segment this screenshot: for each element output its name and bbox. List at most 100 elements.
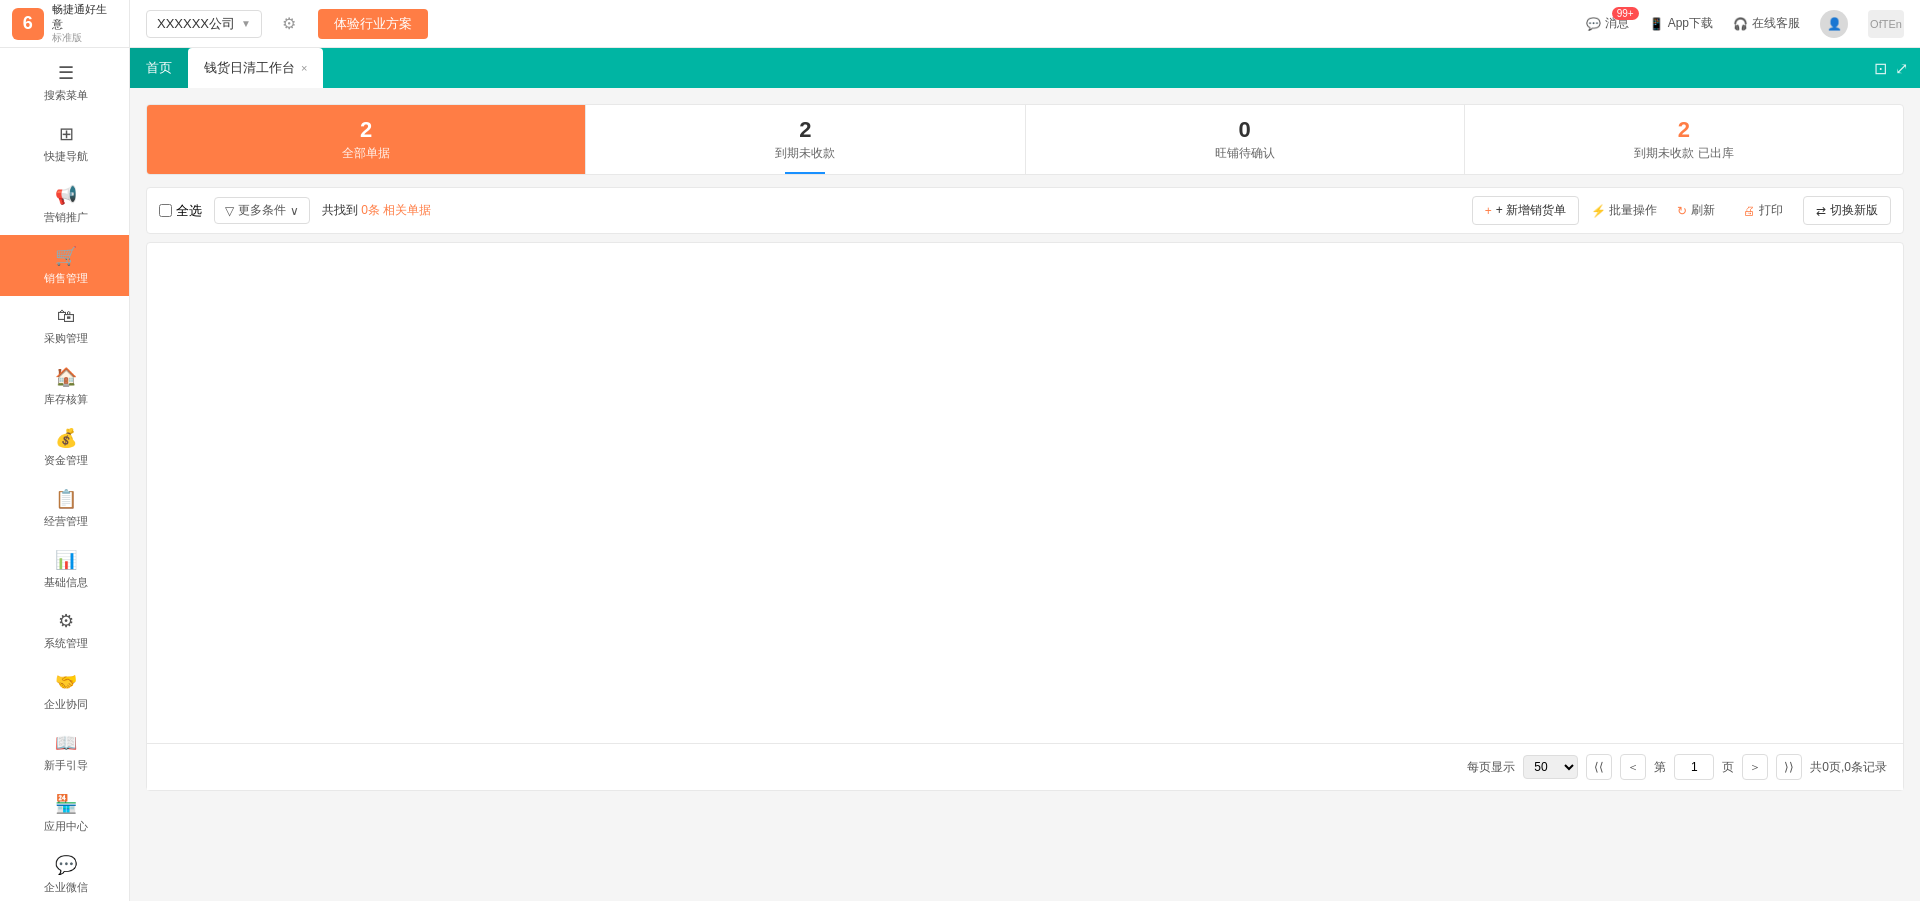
page-input[interactable] <box>1674 754 1714 780</box>
stats-tabs: 2 全部单据2 到期未收款0 旺铺待确认2 到期未收款 已出库 <box>146 104 1904 175</box>
sidebar-icon-8: 📊 <box>55 549 77 571</box>
sidebar-icon-3: 🛒 <box>55 245 77 267</box>
online-service-item[interactable]: 🎧 在线客服 <box>1733 15 1800 32</box>
select-all-input[interactable] <box>159 204 172 217</box>
sidebar-icon-13: 💬 <box>55 854 77 876</box>
stat-tab-0[interactable]: 2 全部单据 <box>147 105 586 174</box>
sidebar-item-5[interactable]: 🏠 库存核算 <box>0 356 129 417</box>
sidebar-icon-5: 🏠 <box>55 366 77 388</box>
sidebar-item-11[interactable]: 📖 新手引导 <box>0 722 129 783</box>
refresh-button[interactable]: ↻ 刷新 <box>1669 198 1723 223</box>
next-page-btn[interactable]: ＞ <box>1742 754 1768 780</box>
select-all-checkbox[interactable]: 全选 <box>159 202 202 220</box>
sidebar-label-4: 采购管理 <box>44 331 88 346</box>
sidebar-item-12[interactable]: 🏪 应用中心 <box>0 783 129 844</box>
sidebar-item-4[interactable]: 🛍 采购管理 <box>0 296 129 356</box>
sidebar-label-12: 应用中心 <box>44 819 88 834</box>
sidebar-label-8: 基础信息 <box>44 575 88 590</box>
per-page-select[interactable]: 50 100 <box>1523 755 1578 779</box>
table-empty-area <box>147 243 1903 743</box>
logo-icon: 6 <box>12 8 44 40</box>
sidebar-icon-0: ☰ <box>58 62 74 84</box>
online-service-label: 在线客服 <box>1752 15 1800 32</box>
logo-text: 畅捷通好生意 <box>52 2 117 31</box>
page-label: 第 <box>1654 759 1666 776</box>
sidebar-label-3: 销售管理 <box>44 271 88 286</box>
chevron-down-icon: ▼ <box>241 18 251 29</box>
new-sale-button[interactable]: + + 新增销货单 <box>1472 196 1579 225</box>
toolbar-right: + + 新增销货单 ⚡ 批量操作 ↻ 刷新 🖨 打印 ⇄ 切换新版 <box>1472 196 1891 225</box>
found-text: 共找到 0条 相关单据 <box>322 202 431 219</box>
toolbar: 全选 ▽ 更多条件 ∨ 共找到 0条 相关单据 + + 新增销货单 ⚡ 批量操作 <box>146 187 1904 234</box>
page-suffix: 页 <box>1722 759 1734 776</box>
tab-qhrc[interactable]: 钱货日清工作台 × <box>188 48 323 88</box>
sidebar-icon-10: 🤝 <box>55 671 77 693</box>
tab-nav: 首页 钱货日清工作台 × ⊡ ⤢ <box>130 48 1920 88</box>
sidebar-item-10[interactable]: 🤝 企业协同 <box>0 661 129 722</box>
sidebar-item-2[interactable]: 📢 营销推广 <box>0 174 129 235</box>
sidebar-icon-1: ⊞ <box>59 123 74 145</box>
download-icon: 📱 <box>1649 17 1664 31</box>
sidebar-label-6: 资金管理 <box>44 453 88 468</box>
pagination-bar: 每页显示 50 100 ⟨⟨ ＜ 第 页 ＞ ⟩⟩ 共0页,0条记录 <box>147 743 1903 790</box>
sidebar-label-10: 企业协同 <box>44 697 88 712</box>
sidebar-label-13: 企业微信 <box>44 880 88 895</box>
total-label: 共0页,0条记录 <box>1810 759 1887 776</box>
sidebar-item-9[interactable]: ⚙ 系统管理 <box>0 600 129 661</box>
last-page-btn[interactable]: ⟩⟩ <box>1776 754 1802 780</box>
sidebar: 6 畅捷通好生意 标准版 ☰ 搜索菜单⊞ 快捷导航📢 营销推广🛒 销售管理🛍 采… <box>0 0 130 901</box>
filter-button[interactable]: ▽ 更多条件 ∨ <box>214 197 310 224</box>
logo-area: 6 畅捷通好生意 标准版 <box>0 0 129 48</box>
message-badge: 99+ <box>1612 7 1639 20</box>
first-page-btn[interactable]: ⟨⟨ <box>1586 754 1612 780</box>
prev-page-btn[interactable]: ＜ <box>1620 754 1646 780</box>
table-area: 每页显示 50 100 ⟨⟨ ＜ 第 页 ＞ ⟩⟩ 共0页,0条记录 <box>146 242 1904 791</box>
sidebar-item-0[interactable]: ☰ 搜索菜单 <box>0 52 129 113</box>
tab-home-label: 首页 <box>146 59 172 77</box>
sidebar-item-7[interactable]: 📋 经营管理 <box>0 478 129 539</box>
company-selector[interactable]: XXXXXX公司 ▼ <box>146 10 262 38</box>
tab-maximize-icon[interactable]: ⤢ <box>1895 59 1908 78</box>
tab-qhrc-label: 钱货日清工作台 <box>204 59 295 77</box>
sidebar-item-3[interactable]: 🛒 销售管理 <box>0 235 129 296</box>
stat-tab-3[interactable]: 2 到期未收款 已出库 <box>1465 105 1903 174</box>
tab-home[interactable]: 首页 <box>130 48 188 88</box>
related-link[interactable]: 相关单据 <box>383 203 431 217</box>
sidebar-icon-7: 📋 <box>55 488 77 510</box>
filter-label: 更多条件 <box>238 202 286 219</box>
sidebar-item-8[interactable]: 📊 基础信息 <box>0 539 129 600</box>
stat-num-1: 2 <box>602 117 1008 143</box>
app-download-item[interactable]: 📱 App下载 <box>1649 15 1713 32</box>
settings-icon[interactable]: ⚙ <box>282 14 296 33</box>
stat-label-3: 到期未收款 已出库 <box>1481 145 1887 162</box>
stat-num-0: 2 <box>163 117 569 143</box>
stat-tab-2[interactable]: 0 旺铺待确认 <box>1026 105 1465 174</box>
stat-num-3: 2 <box>1481 117 1887 143</box>
sidebar-label-9: 系统管理 <box>44 636 88 651</box>
header-right: 💬 消息 99+ 📱 App下载 🎧 在线客服 👤 OfTEn <box>1586 10 1904 38</box>
avatar[interactable]: 👤 <box>1820 10 1848 38</box>
per-page-label: 每页显示 <box>1467 759 1515 776</box>
sidebar-label-11: 新手引导 <box>44 758 88 773</box>
refresh-icon: ↻ <box>1677 204 1687 218</box>
sidebar-item-13[interactable]: 💬 企业微信 <box>0 844 129 901</box>
sidebar-label-0: 搜索菜单 <box>44 88 88 103</box>
message-item[interactable]: 💬 消息 99+ <box>1586 15 1629 32</box>
tab-close-icon[interactable]: × <box>301 62 307 74</box>
sidebar-item-1[interactable]: ⊞ 快捷导航 <box>0 113 129 174</box>
print-button[interactable]: 🖨 打印 <box>1735 198 1791 223</box>
stat-label-0: 全部单据 <box>163 145 569 162</box>
avatar-text: OfTEn <box>1868 10 1904 38</box>
switch-version-button[interactable]: ⇄ 切换新版 <box>1803 196 1891 225</box>
trial-button[interactable]: 体验行业方案 <box>318 9 428 39</box>
batch-op-button[interactable]: ⚡ 批量操作 <box>1591 202 1657 219</box>
main-content: 2 全部单据2 到期未收款0 旺铺待确认2 到期未收款 已出库 全选 ▽ 更多条… <box>130 88 1920 901</box>
sidebar-label-2: 营销推广 <box>44 210 88 225</box>
message-icon: 💬 <box>1586 17 1601 31</box>
tab-minimize-icon[interactable]: ⊡ <box>1874 59 1887 78</box>
app-download-label: App下载 <box>1668 15 1713 32</box>
sidebar-label-5: 库存核算 <box>44 392 88 407</box>
sidebar-icon-6: 💰 <box>55 427 77 449</box>
sidebar-item-6[interactable]: 💰 资金管理 <box>0 417 129 478</box>
stat-tab-1[interactable]: 2 到期未收款 <box>586 105 1025 174</box>
